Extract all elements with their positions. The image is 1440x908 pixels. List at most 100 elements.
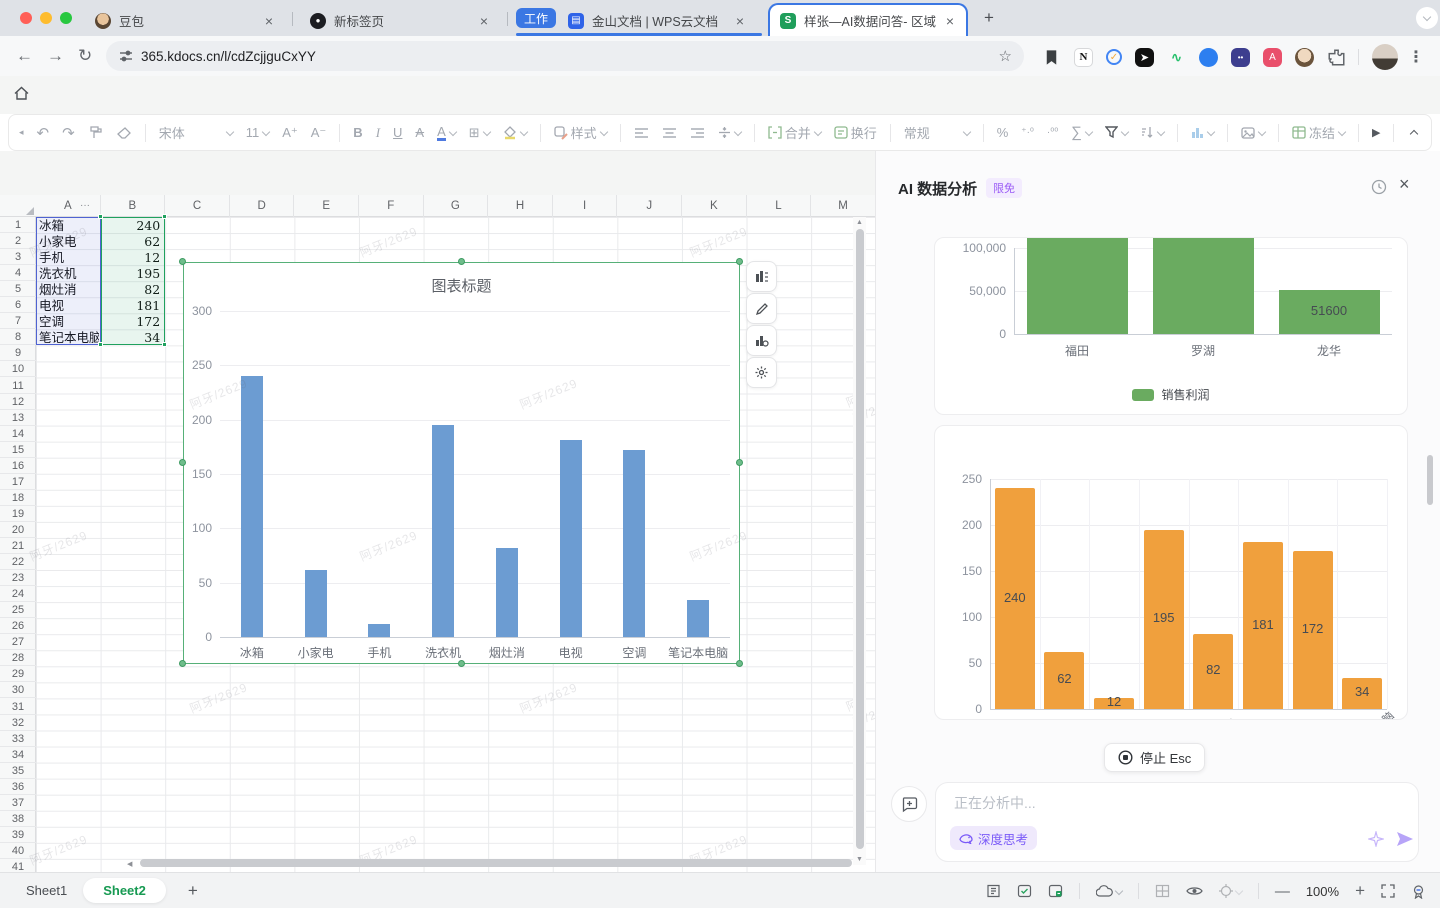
tab-close-icon[interactable]: × [734, 14, 746, 28]
chart-edit-button[interactable] [746, 293, 777, 324]
row-header-13[interactable]: 13 [0, 410, 36, 426]
row-header-33[interactable]: 33 [0, 731, 36, 747]
row-header-8[interactable]: 8 [0, 329, 36, 345]
row-header-29[interactable]: 29 [0, 666, 36, 682]
task-check-icon[interactable] [1017, 884, 1032, 898]
row-header-5[interactable]: 5 [0, 281, 36, 297]
ai-prompt-input[interactable] [954, 795, 1394, 811]
font-color-icon[interactable]: A [437, 125, 456, 141]
select-all-corner[interactable] [26, 207, 34, 215]
row-header-32[interactable]: 32 [0, 715, 36, 731]
home-icon[interactable] [13, 85, 30, 102]
chart-resize-handle[interactable] [736, 459, 743, 466]
row-header-2[interactable]: 2 [0, 233, 36, 249]
macos-close-button[interactable] [20, 12, 32, 24]
site-settings-icon[interactable] [119, 49, 133, 63]
row-header-16[interactable]: 16 [0, 458, 36, 474]
avatar-extension-icon[interactable] [1295, 48, 1314, 67]
bookmark-star-icon[interactable]: ☆ [999, 47, 1012, 65]
row-header-20[interactable]: 20 [0, 522, 36, 538]
decrease-font-icon[interactable]: A⁻ [311, 125, 327, 141]
row-header-41[interactable]: 41 [0, 859, 36, 872]
row-header-26[interactable]: 26 [0, 618, 36, 634]
notion-extension-icon[interactable]: N [1074, 48, 1093, 67]
row-header-10[interactable]: 10 [0, 361, 36, 377]
row-header-14[interactable]: 14 [0, 426, 36, 442]
row-header-23[interactable]: 23 [0, 570, 36, 586]
row-headers[interactable]: 1234567891011121314151617181920212223242… [0, 217, 36, 872]
column-header-F[interactable]: F [359, 195, 424, 217]
chart-resize-handle[interactable] [736, 660, 743, 667]
range-handle[interactable] [162, 214, 167, 219]
send-icon[interactable] [1396, 831, 1414, 847]
macos-zoom-button[interactable] [60, 12, 72, 24]
bookmark-icon[interactable] [1042, 48, 1061, 67]
back-button[interactable]: ← [16, 46, 33, 66]
number-format-select[interactable]: 常规 [904, 123, 970, 142]
row-header-18[interactable]: 18 [0, 490, 36, 506]
scroll-left-arrow[interactable]: ◀ [127, 860, 132, 868]
row-header-39[interactable]: 39 [0, 827, 36, 843]
row-header-19[interactable]: 19 [0, 506, 36, 522]
zoom-out-button[interactable]: — [1275, 883, 1290, 900]
chrome-menu-icon[interactable]: ⋮ [1408, 47, 1424, 67]
italic-icon[interactable]: I [376, 125, 380, 141]
globe-extension-icon[interactable] [1199, 48, 1218, 67]
merge-cells-button[interactable]: 合并 [768, 123, 821, 142]
chart-resize-handle[interactable] [179, 258, 186, 265]
row-header-40[interactable]: 40 [0, 843, 36, 859]
increase-decimal-icon[interactable]: ⁺·⁰ [1021, 127, 1034, 138]
eraser-icon[interactable] [116, 126, 132, 140]
new-chat-button[interactable] [891, 786, 927, 822]
column-header-A[interactable]: A [36, 195, 101, 217]
history-clock-icon[interactable] [1371, 179, 1387, 195]
row-header-1[interactable]: 1 [0, 217, 36, 233]
chart-resize-handle[interactable] [458, 660, 465, 667]
align-center-icon[interactable] [662, 127, 677, 139]
sort-icon[interactable] [1141, 126, 1164, 139]
align-left-icon[interactable] [634, 127, 649, 139]
row-header-21[interactable]: 21 [0, 538, 36, 554]
add-sheet-button[interactable]: + [188, 881, 198, 901]
row-header-37[interactable]: 37 [0, 795, 36, 811]
sheet-tab-sheet1[interactable]: Sheet1 [26, 883, 67, 898]
zoom-level[interactable]: 100% [1306, 884, 1339, 899]
browser-profile-avatar[interactable] [1372, 44, 1398, 70]
chart-resize-handle[interactable] [736, 258, 743, 265]
align-right-icon[interactable] [690, 127, 705, 139]
column-header-C[interactable]: C [165, 195, 230, 217]
row-header-27[interactable]: 27 [0, 634, 36, 650]
row-header-34[interactable]: 34 [0, 747, 36, 763]
collapse-toolbar-icon[interactable] [1407, 131, 1417, 135]
reading-eye-icon[interactable] [1186, 885, 1203, 897]
toolbar-collapse-left-icon[interactable]: ◂ [19, 127, 24, 138]
insert-image-icon[interactable] [1241, 127, 1265, 139]
row-header-9[interactable]: 9 [0, 345, 36, 361]
increase-font-icon[interactable]: A⁺ [282, 125, 298, 141]
row-header-38[interactable]: 38 [0, 811, 36, 827]
cell-style-button[interactable]: 样式 [554, 123, 607, 142]
vertical-scroll-thumb[interactable] [856, 229, 864, 849]
vertical-scrollbar[interactable]: ▲▼ [853, 217, 866, 865]
row-header-12[interactable]: 12 [0, 394, 36, 410]
fill-color-icon[interactable] [503, 126, 527, 140]
row-header-36[interactable]: 36 [0, 779, 36, 795]
chart-resize-handle[interactable] [458, 258, 465, 265]
new-tab-button[interactable]: + [984, 8, 994, 28]
toolbar-more-icon[interactable]: ▶ [1372, 126, 1380, 139]
dark-extension-icon[interactable]: •• [1231, 48, 1250, 67]
sheet-tab-sheet2[interactable]: Sheet2 [83, 878, 166, 903]
fullscreen-icon[interactable] [1381, 884, 1395, 898]
panel-scrollbar-thumb[interactable] [1427, 455, 1433, 505]
strikethrough-icon[interactable]: A [415, 125, 424, 140]
ai-prompt-input-card[interactable]: 深度思考 [935, 782, 1419, 862]
range-handle[interactable] [162, 342, 167, 347]
grid-view-icon[interactable] [1155, 884, 1170, 898]
chart-type-button[interactable] [746, 261, 777, 292]
row-header-3[interactable]: 3 [0, 249, 36, 265]
font-name-select[interactable]: 宋体 [159, 123, 233, 142]
row-header-25[interactable]: 25 [0, 602, 36, 618]
chart-resize-handle[interactable] [179, 660, 186, 667]
green-extension-icon[interactable]: ∿ [1167, 48, 1186, 67]
address-bar[interactable]: 365.kdocs.cn/l/cdZcjjguCxYY ☆ [106, 41, 1024, 71]
